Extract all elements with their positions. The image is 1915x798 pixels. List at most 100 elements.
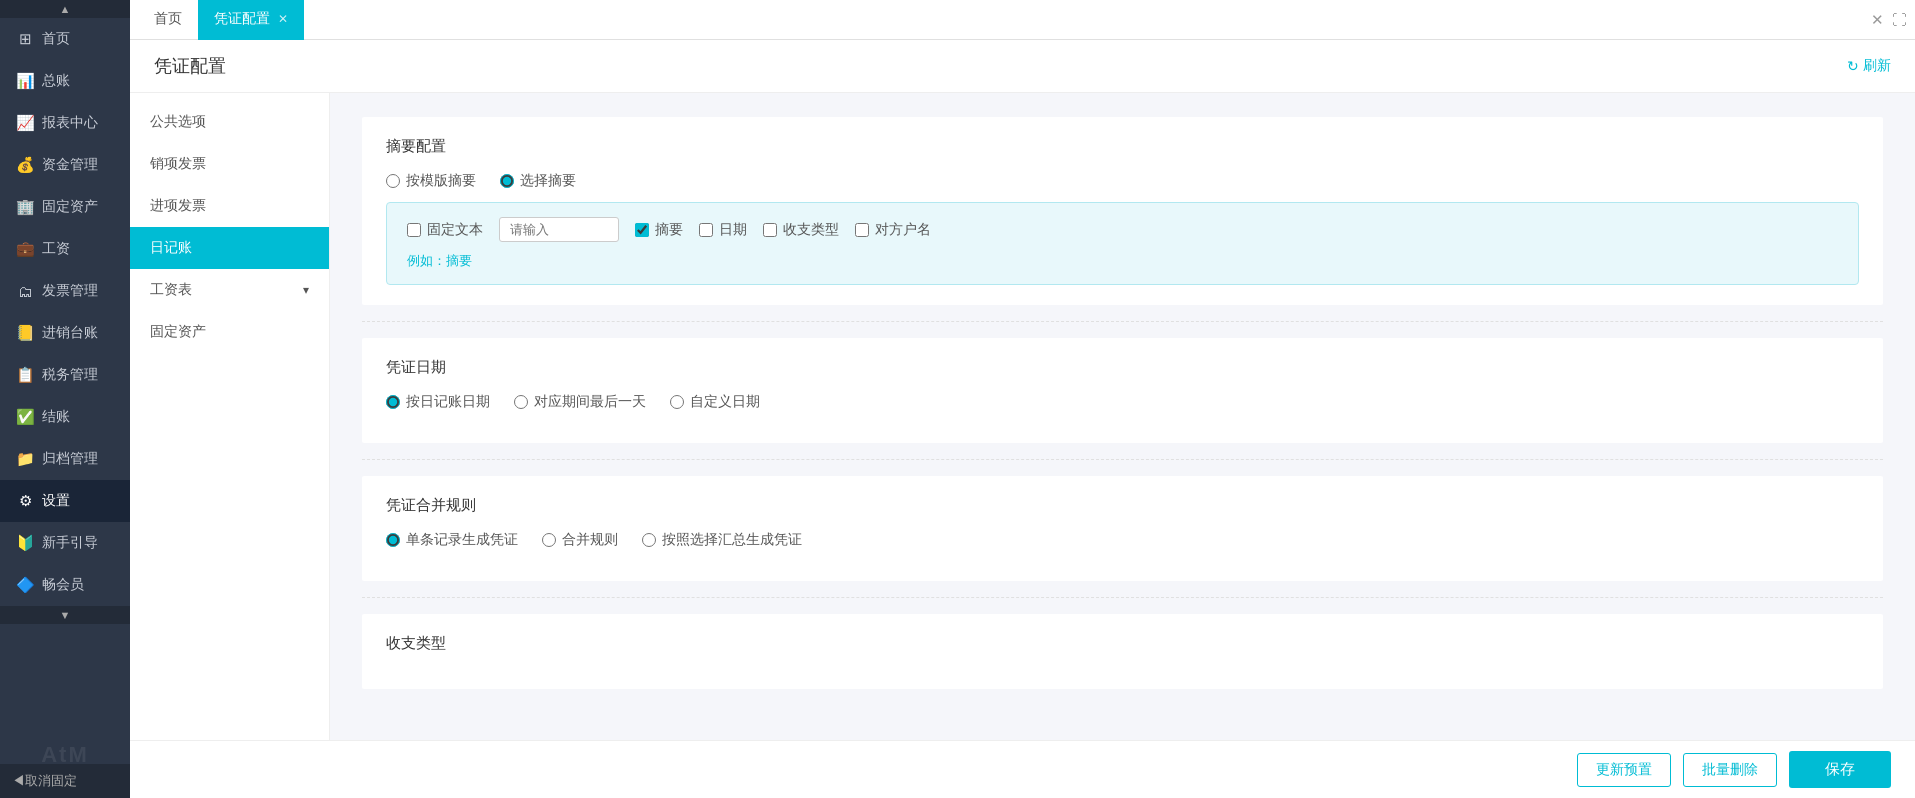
summary-section-title: 摘要配置 — [386, 137, 1859, 156]
left-nav-purchase-invoice[interactable]: 进项发票 — [130, 185, 329, 227]
example-text: 例如：摘要 — [407, 252, 1838, 270]
date-checkbox[interactable]: 日期 — [699, 221, 747, 239]
tab-bar: 首页 凭证配置 ✕ ✕ ⛶ — [130, 0, 1915, 40]
sidebar-item-label-invoice: 发票管理 — [42, 282, 98, 300]
settlement-icon: ✅ — [16, 408, 34, 426]
tab-voucher-config[interactable]: 凭证配置 ✕ — [198, 0, 304, 40]
sidebar-item-home[interactable]: ⊞ 首页 — [0, 18, 130, 60]
journal-date-input[interactable] — [386, 395, 400, 409]
single-record-radio[interactable]: 单条记录生成凭证 — [386, 531, 518, 549]
tab-home-label: 首页 — [154, 10, 182, 28]
sidebar-scroll-down[interactable]: ▼ — [0, 606, 130, 624]
sidebar-item-tax[interactable]: 📋 税务管理 — [0, 354, 130, 396]
sidebar-item-purchase-sales[interactable]: 📒 进销台账 — [0, 312, 130, 354]
left-nav-journal[interactable]: 日记账 — [130, 227, 329, 269]
custom-date-radio[interactable]: 自定义日期 — [670, 393, 760, 411]
income-type-check-input[interactable] — [763, 223, 777, 237]
single-record-input[interactable] — [386, 533, 400, 547]
home-icon: ⊞ — [16, 30, 34, 48]
reports-icon: 📈 — [16, 114, 34, 132]
sidebar-item-vip[interactable]: 🔷 畅会员 — [0, 564, 130, 606]
sidebar-scroll-up[interactable]: ▲ — [0, 0, 130, 18]
window-maximize-icon[interactable]: ⛶ — [1892, 11, 1907, 29]
summary-checkbox[interactable]: 摘要 — [635, 221, 683, 239]
sidebar-item-ledger[interactable]: 📊 总账 — [0, 60, 130, 102]
left-nav-payroll-table[interactable]: 工资表 ▾ — [130, 269, 329, 311]
guide-icon: 🔰 — [16, 534, 34, 552]
refresh-button[interactable]: ↻ 刷新 — [1847, 57, 1891, 75]
merge-radio-group: 单条记录生成凭证 合并规则 按照选择汇总生成凭证 — [386, 531, 1859, 549]
refresh-label: 刷新 — [1863, 57, 1891, 75]
period-last-day-radio[interactable]: 对应期间最后一天 — [514, 393, 646, 411]
bottom-bar: 更新预置 批量删除 保存 — [130, 740, 1915, 798]
save-button[interactable]: 保存 — [1789, 751, 1891, 788]
left-nav-sales-invoice[interactable]: 销项发票 — [130, 143, 329, 185]
update-preview-button[interactable]: 更新预置 — [1577, 753, 1671, 787]
sidebar-item-reports[interactable]: 📈 报表中心 — [0, 102, 130, 144]
merge-rule-radio[interactable]: 合并规则 — [542, 531, 618, 549]
period-last-day-input[interactable] — [514, 395, 528, 409]
summary-check-input[interactable] — [635, 223, 649, 237]
sidebar-item-settings[interactable]: ⚙ 设置 — [0, 480, 130, 522]
fixed-text-input-checkbox[interactable] — [407, 223, 421, 237]
summary-options-box: 固定文本 摘要 日期 收支类型 — [386, 202, 1859, 285]
page-header: 凭证配置 ↻ 刷新 — [130, 40, 1915, 93]
sidebar-item-payroll[interactable]: 💼 工资 — [0, 228, 130, 270]
sidebar-item-funds[interactable]: 💰 资金管理 — [0, 144, 130, 186]
sidebar-item-fixed-assets[interactable]: 🏢 固定资产 — [0, 186, 130, 228]
sidebar: ▲ ⊞ 首页 📊 总账 📈 报表中心 💰 资金管理 🏢 固定资产 💼 工资 🗂 … — [0, 0, 130, 798]
date-check-input[interactable] — [699, 223, 713, 237]
window-close-icon[interactable]: ✕ — [1871, 11, 1884, 29]
sidebar-item-label-home: 首页 — [42, 30, 70, 48]
template-summary-input[interactable] — [386, 174, 400, 188]
sidebar-item-label-archive: 归档管理 — [42, 450, 98, 468]
select-aggregate-input[interactable] — [642, 533, 656, 547]
sidebar-item-guide[interactable]: 🔰 新手引导 — [0, 522, 130, 564]
summary-radio-group: 按模版摘要 选择摘要 — [386, 172, 1859, 190]
page-title: 凭证配置 — [154, 54, 226, 78]
batch-delete-button[interactable]: 批量删除 — [1683, 753, 1777, 787]
sidebar-item-settlement[interactable]: ✅ 结账 — [0, 396, 130, 438]
purchase-sales-icon: 📒 — [16, 324, 34, 342]
left-nav-fixed-assets[interactable]: 固定资产 — [130, 311, 329, 353]
tab-home[interactable]: 首页 — [138, 0, 198, 40]
sidebar-item-invoice[interactable]: 🗂 发票管理 — [0, 270, 130, 312]
custom-date-input[interactable] — [670, 395, 684, 409]
sidebar-item-label-guide: 新手引导 — [42, 534, 98, 552]
income-type-section-title: 收支类型 — [386, 634, 1859, 653]
select-summary-radio[interactable]: 选择摘要 — [500, 172, 576, 190]
sidebar-item-archive[interactable]: 📁 归档管理 — [0, 438, 130, 480]
fixed-text-checkbox[interactable]: 固定文本 — [407, 221, 483, 239]
main-area: 首页 凭证配置 ✕ ✕ ⛶ 凭证配置 ↻ 刷新 公共选项 销项发票 进项 — [130, 0, 1915, 798]
left-nav-public[interactable]: 公共选项 — [130, 101, 329, 143]
summary-checkboxes-row: 固定文本 摘要 日期 收支类型 — [407, 217, 1838, 242]
sidebar-unpin-button[interactable]: ◀取消固定 — [0, 764, 130, 798]
select-aggregate-radio[interactable]: 按照选择汇总生成凭证 — [642, 531, 802, 549]
tax-icon: 📋 — [16, 366, 34, 384]
income-type-checkbox[interactable]: 收支类型 — [763, 221, 839, 239]
fixed-text-text-input[interactable] — [499, 217, 619, 242]
sidebar-item-label-fixed-assets: 固定资产 — [42, 198, 98, 216]
select-summary-input[interactable] — [500, 174, 514, 188]
counterpart-check-input[interactable] — [855, 223, 869, 237]
refresh-icon: ↻ — [1847, 58, 1859, 74]
select-summary-label: 选择摘要 — [520, 172, 576, 190]
journal-date-radio[interactable]: 按日记账日期 — [386, 393, 490, 411]
counterpart-checkbox[interactable]: 对方户名 — [855, 221, 931, 239]
counterpart-checkbox-label: 对方户名 — [875, 221, 931, 239]
tab-bar-controls: ✕ ⛶ — [1871, 11, 1907, 29]
template-summary-radio[interactable]: 按模版摘要 — [386, 172, 476, 190]
summary-checkbox-label: 摘要 — [655, 221, 683, 239]
tab-close-icon[interactable]: ✕ — [278, 12, 288, 26]
left-nav: 公共选项 销项发票 进项发票 日记账 工资表 ▾ 固定资产 — [130, 93, 330, 740]
archive-icon: 📁 — [16, 450, 34, 468]
vip-icon: 🔷 — [16, 576, 34, 594]
merge-rule-input[interactable] — [542, 533, 556, 547]
merge-section-title: 凭证合并规则 — [386, 496, 1859, 515]
summary-section: 摘要配置 按模版摘要 选择摘要 固定文本 — [362, 117, 1883, 305]
date-radio-group: 按日记账日期 对应期间最后一天 自定义日期 — [386, 393, 1859, 411]
chevron-down-icon: ▾ — [303, 283, 309, 297]
date-section-title: 凭证日期 — [386, 358, 1859, 377]
divider-1 — [362, 321, 1883, 322]
merge-section: 凭证合并规则 单条记录生成凭证 合并规则 按照选择汇总生成凭证 — [362, 476, 1883, 581]
